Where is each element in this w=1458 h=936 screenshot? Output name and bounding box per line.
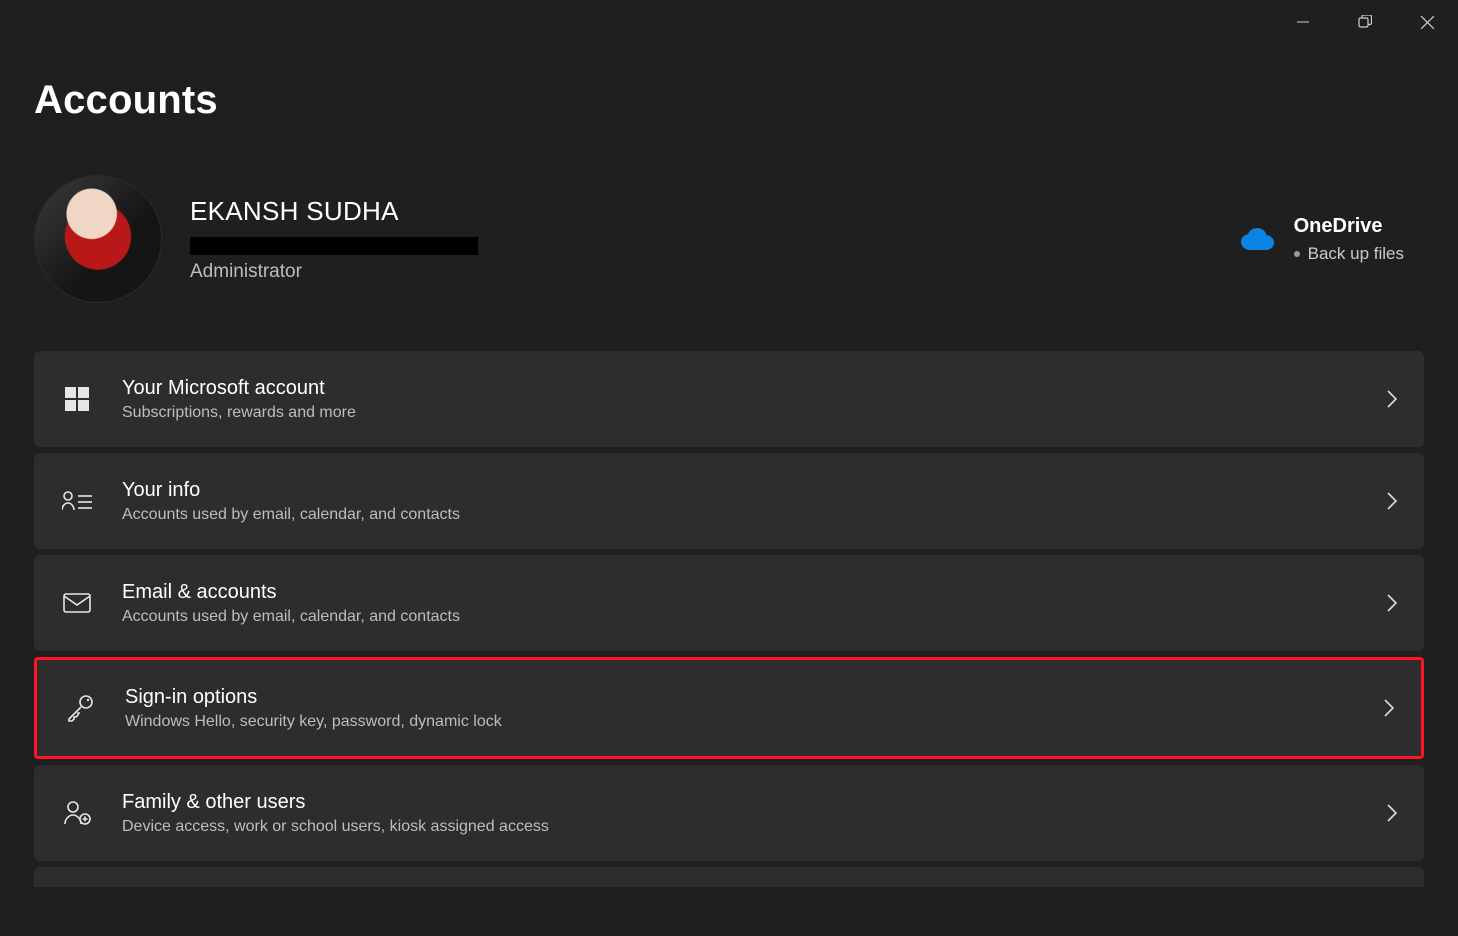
cloud-icon <box>1240 228 1274 250</box>
row-subtitle: Accounts used by email, calendar, and co… <box>122 506 1358 524</box>
avatar[interactable] <box>34 175 162 303</box>
window-titlebar <box>1272 0 1458 44</box>
page-title: Accounts <box>34 78 1424 123</box>
row-signin-options[interactable]: Sign-in options Windows Hello, security … <box>37 660 1421 756</box>
row-title: Sign-in options <box>125 686 1355 709</box>
onedrive-subtitle-text: Back up files <box>1308 244 1404 263</box>
close-button[interactable] <box>1396 0 1458 44</box>
onedrive-subtitle: Back up files <box>1294 244 1404 264</box>
settings-list: Your Microsoft account Subscriptions, re… <box>34 351 1424 887</box>
row-subtitle: Subscriptions, rewards and more <box>122 404 1358 422</box>
row-your-info[interactable]: Your info Accounts used by email, calend… <box>34 453 1424 549</box>
family-icon <box>63 800 91 826</box>
highlighted-row-container: Sign-in options Windows Hello, security … <box>34 657 1424 759</box>
row-title: Your Microsoft account <box>122 377 1358 400</box>
user-name: EKANSH SUDHA <box>190 196 478 227</box>
row-title: Family & other users <box>122 791 1358 814</box>
minimize-icon <box>1297 16 1309 28</box>
row-title: Email & accounts <box>122 581 1358 604</box>
envelope-icon <box>63 593 91 613</box>
key-icon <box>66 694 94 722</box>
row-subtitle: Windows Hello, security key, password, d… <box>125 713 1355 731</box>
chevron-right-icon <box>1386 389 1398 409</box>
chevron-right-icon <box>1386 491 1398 511</box>
user-email-redacted <box>190 237 478 255</box>
person-list-icon <box>62 490 92 512</box>
onedrive-card[interactable]: OneDrive Back up files <box>1240 215 1404 264</box>
row-title: Your info <box>122 479 1358 502</box>
row-email-accounts[interactable]: Email & accounts Accounts used by email,… <box>34 555 1424 651</box>
row-microsoft-account[interactable]: Your Microsoft account Subscriptions, re… <box>34 351 1424 447</box>
user-role: Administrator <box>190 261 478 283</box>
chevron-right-icon <box>1386 593 1398 613</box>
minimize-button[interactable] <box>1272 0 1334 44</box>
chevron-right-icon <box>1386 803 1398 823</box>
chevron-right-icon <box>1383 698 1395 718</box>
maximize-icon <box>1358 15 1372 29</box>
user-header: EKANSH SUDHA Administrator OneDrive Back… <box>34 175 1424 303</box>
close-icon <box>1421 16 1434 29</box>
row-subtitle: Device access, work or school users, kio… <box>122 818 1358 836</box>
maximize-button[interactable] <box>1334 0 1396 44</box>
row-subtitle: Accounts used by email, calendar, and co… <box>122 608 1358 626</box>
row-family-other-users[interactable]: Family & other users Device access, work… <box>34 765 1424 861</box>
microsoft-icon <box>64 386 90 412</box>
row-partial-next[interactable] <box>34 867 1424 887</box>
onedrive-title: OneDrive <box>1294 215 1404 238</box>
